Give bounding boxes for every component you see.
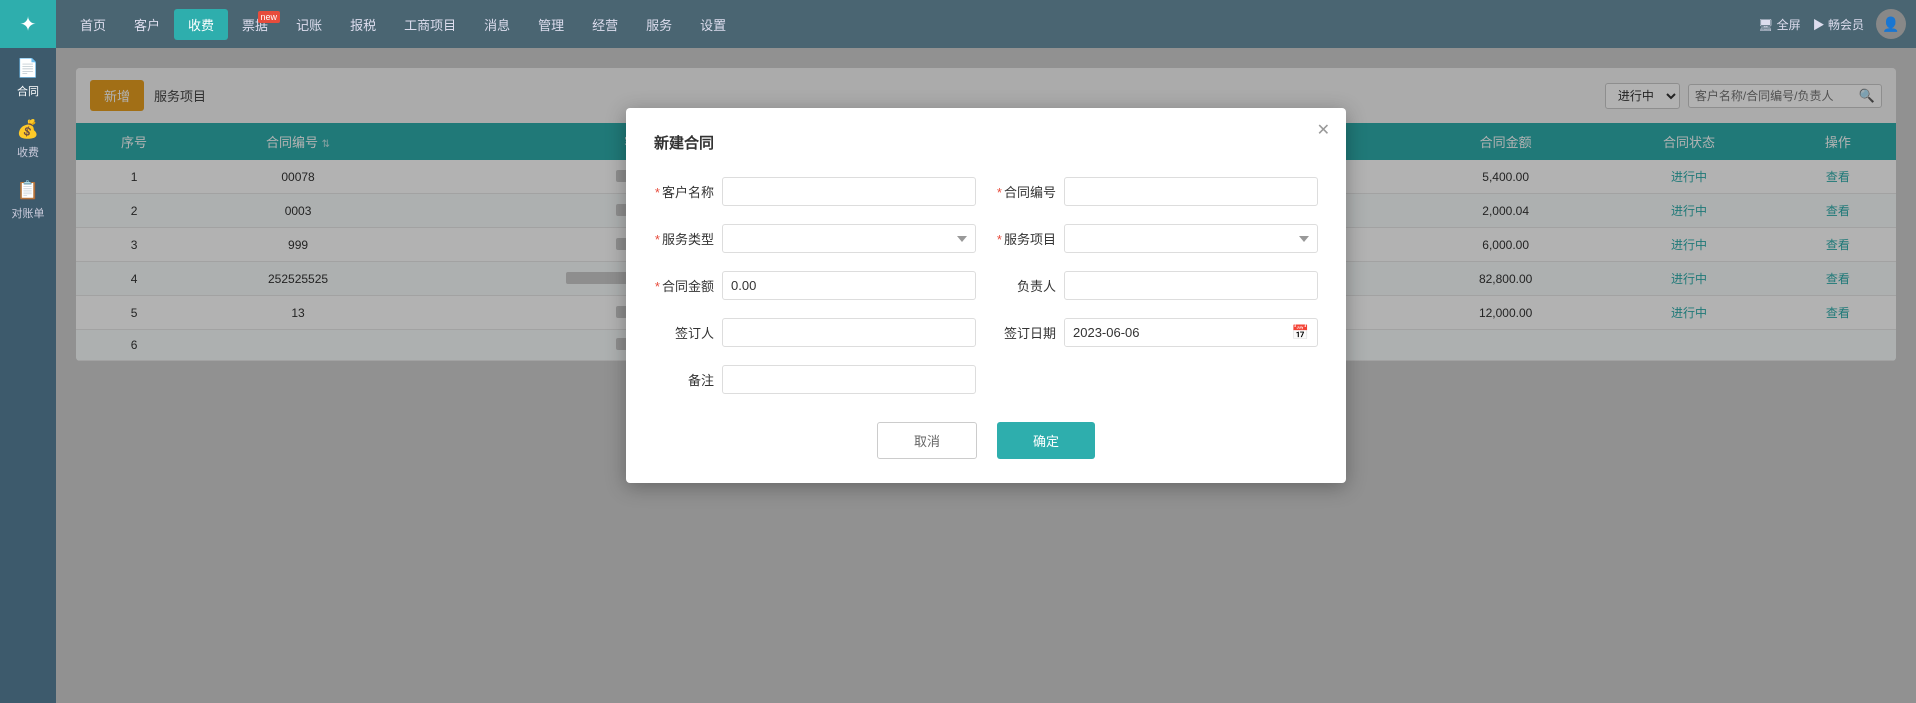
form-group-amount: *合同金额: [654, 271, 976, 300]
form-group-service-item: *服务项目: [996, 224, 1318, 253]
app-logo[interactable]: ✦: [0, 0, 56, 48]
sidebar-item-label: 对账单: [12, 205, 45, 221]
sidebar-item-label: 合同: [17, 83, 39, 99]
cancel-button[interactable]: 取消: [877, 422, 977, 459]
nav-invoice[interactable]: 票据 new: [228, 9, 282, 40]
sign-date-label: 签订日期: [996, 323, 1056, 342]
main-area: 首页 客户 收费 票据 new 记账 报税 工商项目 消息 管理 经营 服务 设…: [56, 0, 1916, 703]
modal-title: 新建合同: [654, 132, 1318, 153]
nav-message[interactable]: 消息: [470, 9, 524, 40]
form-row-2: *服务类型 *服务项目: [654, 224, 1318, 253]
modal-footer: 取消 确定: [654, 422, 1318, 459]
confirm-button[interactable]: 确定: [997, 422, 1095, 459]
signatory-label: 签订人: [654, 323, 714, 342]
form-row-1: *客户名称 *合同编号: [654, 177, 1318, 206]
modal-overlay: ✕ 新建合同 *客户名称 *合同编号: [56, 48, 1916, 703]
service-type-label: *服务类型: [654, 229, 714, 248]
new-badge: new: [258, 11, 281, 23]
service-item-label: *服务项目: [996, 229, 1056, 248]
close-button[interactable]: ✕: [1317, 120, 1330, 140]
form-group-sign-date: 签订日期 📅: [996, 318, 1318, 347]
service-type-select[interactable]: [722, 224, 976, 253]
content-area: 新增 服务项目 进行中 已完成 已终止 🔍: [56, 48, 1916, 703]
form-group-remarks: 备注: [654, 365, 976, 394]
fee-icon: 💰: [17, 119, 39, 140]
charge-person-input[interactable]: [1064, 271, 1318, 300]
sidebar-item-fee[interactable]: 💰 收费: [0, 109, 56, 170]
nav-fee[interactable]: 收费: [174, 9, 228, 40]
sidebar-item-statement[interactable]: 📋 对账单: [0, 170, 56, 231]
nav-home[interactable]: 首页: [66, 9, 120, 40]
remarks-input[interactable]: [722, 365, 976, 394]
sign-date-input[interactable]: [1065, 319, 1284, 346]
form-group-signatory: 签订人: [654, 318, 976, 347]
service-item-select[interactable]: [1064, 224, 1318, 253]
contract-no-label: *合同编号: [996, 182, 1056, 201]
form-row-5: 备注: [654, 365, 1318, 394]
sidebar-item-contract[interactable]: 📄 合同: [0, 48, 56, 109]
statement-icon: 📋: [17, 180, 39, 201]
date-input-wrap: 📅: [1064, 318, 1318, 347]
avatar[interactable]: 👤: [1876, 9, 1906, 39]
amount-label: *合同金额: [654, 276, 714, 295]
form-group-contract-no: *合同编号: [996, 177, 1318, 206]
nav-bookkeeping[interactable]: 记账: [282, 9, 336, 40]
remarks-label: 备注: [654, 370, 714, 389]
calendar-icon[interactable]: 📅: [1284, 324, 1317, 341]
nav-business[interactable]: 工商项目: [390, 9, 470, 40]
nav-manage[interactable]: 管理: [524, 9, 578, 40]
member-btn[interactable]: ▶ 畅会员: [1813, 16, 1864, 33]
nav-tax[interactable]: 报税: [336, 9, 390, 40]
form-row-4: 签订人 签订日期 📅: [654, 318, 1318, 347]
amount-input[interactable]: [722, 271, 976, 300]
contract-no-input[interactable]: [1064, 177, 1318, 206]
nav-settings[interactable]: 设置: [686, 9, 740, 40]
signatory-input[interactable]: [722, 318, 976, 347]
nav-operation[interactable]: 经营: [578, 9, 632, 40]
fullscreen-btn[interactable]: 🖥 全屏: [1758, 16, 1801, 33]
topnav-right: 🖥 全屏 ▶ 畅会员 👤: [1758, 9, 1906, 39]
form-group-service-type: *服务类型: [654, 224, 976, 253]
sidebar-item-label: 收费: [17, 144, 39, 160]
form-row-3: *合同金额 负责人: [654, 271, 1318, 300]
customer-name-input[interactable]: [722, 177, 976, 206]
sidebar: ✦ 📄 合同 💰 收费 📋 对账单: [0, 0, 56, 703]
contract-icon: 📄: [17, 58, 39, 79]
new-contract-modal: ✕ 新建合同 *客户名称 *合同编号: [626, 108, 1346, 483]
form-group-charge-person: 负责人: [996, 271, 1318, 300]
nav-service[interactable]: 服务: [632, 9, 686, 40]
top-navigation: 首页 客户 收费 票据 new 记账 报税 工商项目 消息 管理 经营 服务 设…: [56, 0, 1916, 48]
form-group-customer: *客户名称: [654, 177, 976, 206]
charge-person-label: 负责人: [996, 276, 1056, 295]
customer-name-label: *客户名称: [654, 182, 714, 201]
nav-customer[interactable]: 客户: [120, 9, 174, 40]
